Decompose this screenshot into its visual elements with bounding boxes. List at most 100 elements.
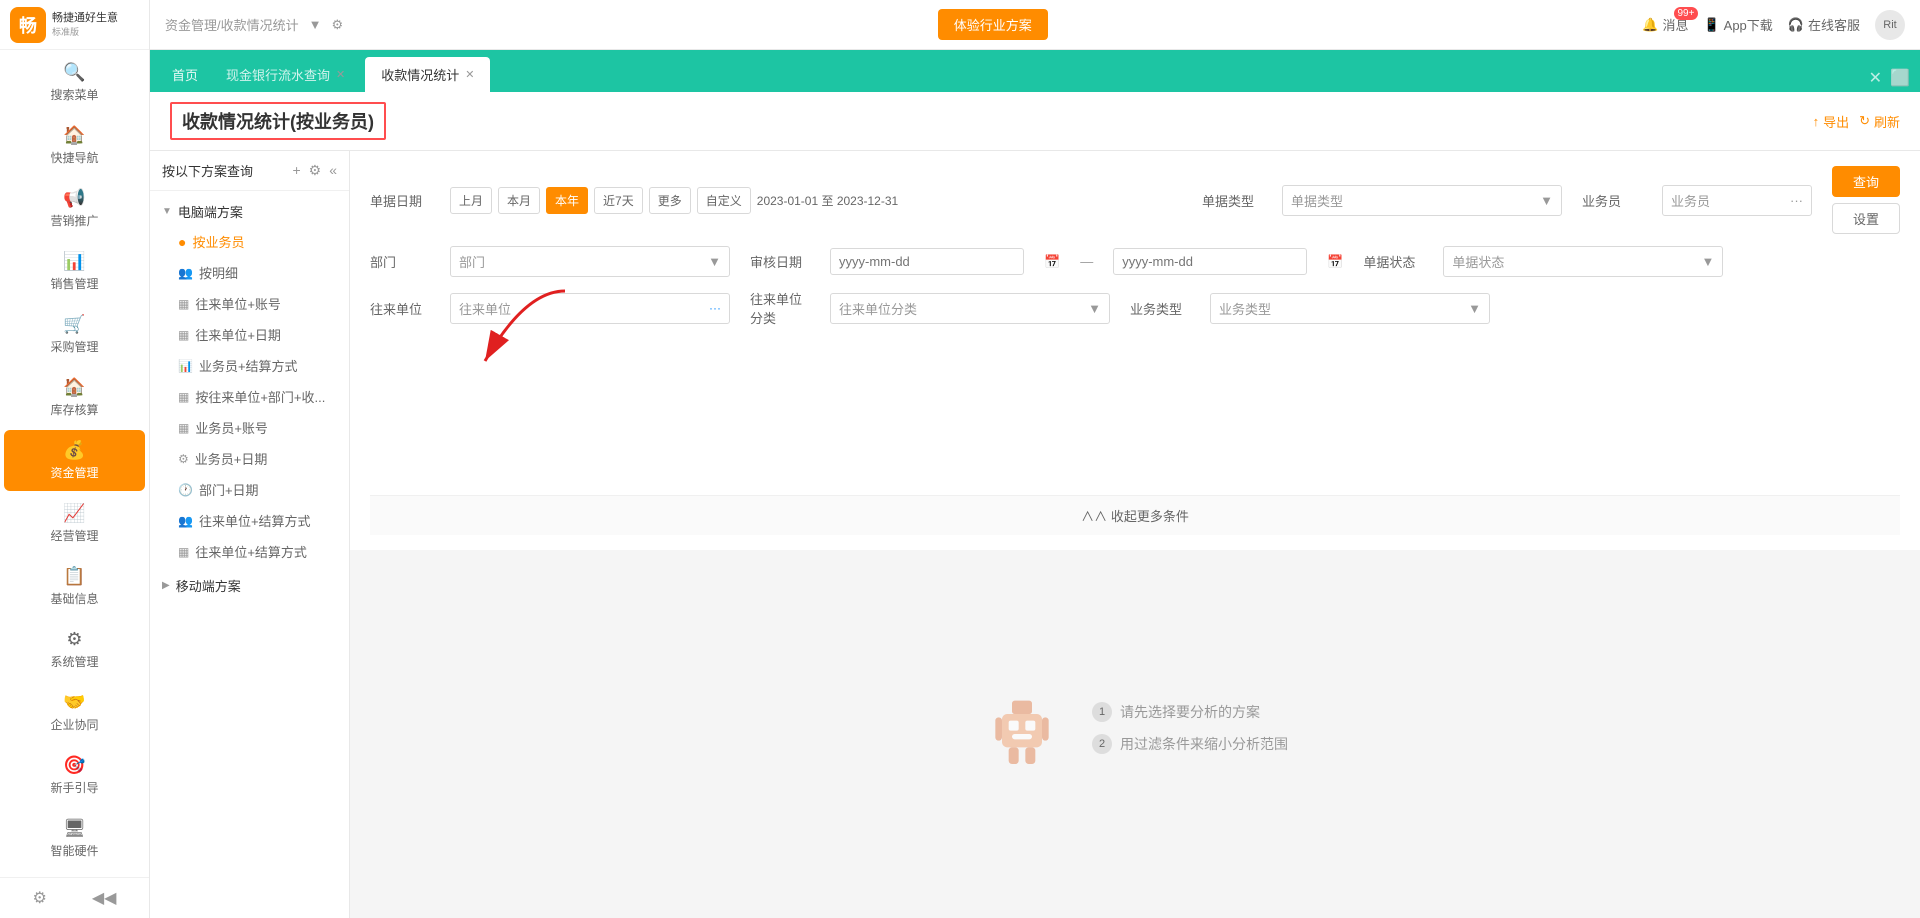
tab-close-all-icon[interactable]: ✕: [1869, 68, 1882, 88]
sidebar-item-basic[interactable]: 📋 基础信息: [4, 556, 145, 617]
tip-text-1: 请先选择要分析的方案: [1120, 702, 1260, 722]
content-area: 按以下方案查询 + ⚙ « ▼ 电脑端方案: [150, 151, 1920, 918]
sidebar-item-system[interactable]: ⚙ 系统管理: [4, 619, 145, 680]
partner-more-btn[interactable]: ···: [709, 301, 721, 315]
tab-receipt[interactable]: 收款情况统计 ✕: [365, 57, 490, 92]
scheme-item-salesperson[interactable]: ● 按业务员: [150, 226, 349, 257]
user-avatar[interactable]: Rit: [1875, 10, 1905, 40]
messages-button[interactable]: 🔔 消息 99+: [1642, 15, 1688, 34]
sales-icon: 📊: [63, 251, 85, 272]
header-settings-icon[interactable]: ⚙: [332, 17, 344, 33]
basic-icon: 📋: [63, 566, 85, 587]
online-service-label: 在线客服: [1808, 15, 1860, 34]
scheme-item-partner-date[interactable]: ▦ 往来单位+日期: [150, 319, 349, 350]
dept-select[interactable]: 部门 ▼: [450, 246, 730, 277]
date-btn-this-year[interactable]: 本年: [546, 187, 588, 214]
breadcrumb-dropdown-icon[interactable]: ▼: [309, 17, 322, 32]
date-range-display: 2023-01-01 至 2023-12-31: [757, 192, 898, 209]
scheme-item-salesperson-date[interactable]: ⚙ 业务员+日期: [150, 443, 349, 474]
sidebar-item-hardware[interactable]: 🖥 智能硬件: [4, 808, 145, 869]
date-btn-more[interactable]: 更多: [649, 187, 691, 214]
empty-state-area: 1 请先选择要分析的方案 2 用过滤条件来缩小分析范围: [350, 550, 1920, 918]
sidebar-item-inventory[interactable]: 🏠 库存核算: [4, 367, 145, 428]
scheme-item-salesperson-label: 按业务员: [192, 232, 244, 251]
scheme-item-salesperson-date-label: 业务员+日期: [195, 449, 268, 468]
calendar-icon-start[interactable]: 📅: [1044, 254, 1060, 270]
date-btn-this-month[interactable]: 本月: [498, 187, 540, 214]
export-label: 导出: [1823, 112, 1849, 131]
review-date-start[interactable]: [830, 248, 1024, 275]
dept-label: 部门: [370, 252, 430, 271]
sidebar-item-marketing[interactable]: 📢 营销推广: [4, 178, 145, 239]
partner-select[interactable]: 往来单位 ···: [450, 293, 730, 324]
scheme-item-salesperson-account[interactable]: ▦ 业务员+账号: [150, 412, 349, 443]
sidebar-item-purchase[interactable]: 🛒 采购管理: [4, 304, 145, 365]
sidebar-settings-btn[interactable]: ⚙: [33, 888, 47, 908]
partner-category-select[interactable]: 往来单位分类 ▼: [830, 293, 1110, 324]
scheme-item-partner-account[interactable]: ▦ 往来单位+账号: [150, 288, 349, 319]
salesperson-select[interactable]: 业务员 ···: [1662, 185, 1812, 216]
salesperson-placeholder: 业务员: [1671, 191, 1710, 210]
sidebar-item-finance[interactable]: 💰 资金管理: [4, 430, 145, 491]
scheme-item-partner-settle1[interactable]: 👥 往来单位+结算方式: [150, 505, 349, 536]
date-btn-7days[interactable]: 近7天: [594, 187, 643, 214]
scheme-header-label: 按以下方案查询: [162, 161, 253, 180]
scheme-add-btn[interactable]: +: [292, 162, 300, 179]
scheme-collapse-btn[interactable]: «: [329, 162, 337, 179]
export-button[interactable]: ↑ 导出: [1813, 112, 1850, 131]
trial-button[interactable]: 体验行业方案: [938, 9, 1048, 40]
date-btn-last-month[interactable]: 上月: [450, 187, 492, 214]
mobile-group-expand-icon: ▶: [162, 580, 170, 591]
sidebar-item-basic-label: 基础信息: [50, 590, 98, 607]
scheme-panel: 按以下方案查询 + ⚙ « ▼ 电脑端方案: [150, 151, 350, 918]
scheme-settings-btn[interactable]: ⚙: [309, 162, 322, 179]
sidebar-item-collab[interactable]: 🤝 企业协同: [4, 682, 145, 743]
tab-bank[interactable]: 现金银行流水查询 ✕: [210, 57, 361, 92]
scheme-item-dept-date[interactable]: 🕐 部门+日期: [150, 474, 349, 505]
partner-dept-icon: ▦: [178, 390, 189, 404]
sidebar-item-quicknav[interactable]: 🏠 快捷导航: [4, 115, 145, 176]
scheme-group-mobile-title[interactable]: ▶ 移动端方案: [150, 571, 349, 600]
salesperson-account-icon: ▦: [178, 421, 189, 435]
header-center: 体验行业方案: [938, 9, 1048, 40]
tip-num-2: 2: [1092, 734, 1112, 754]
date-btn-custom[interactable]: 自定义: [697, 187, 751, 214]
calendar-icon-end[interactable]: 📅: [1327, 254, 1343, 270]
query-button[interactable]: 查询: [1832, 166, 1900, 197]
scheme-item-partner-dept[interactable]: ▦ 按往来单位+部门+收...: [150, 381, 349, 412]
scheme-item-salesperson-settle[interactable]: 📊 业务员+结算方式: [150, 350, 349, 381]
doc-type-select[interactable]: 单据类型 ▼: [1282, 185, 1562, 216]
doc-type-placeholder: 单据类型: [1291, 191, 1343, 210]
tab-home[interactable]: 首页: [160, 57, 210, 92]
partner-label: 往来单位: [370, 299, 430, 318]
empty-robot-illustration: [982, 694, 1062, 774]
online-service-btn[interactable]: 🎧 在线客服: [1788, 15, 1860, 34]
refresh-button[interactable]: ↻ 刷新: [1859, 112, 1900, 131]
sidebar-item-operations[interactable]: 📈 经营管理: [4, 493, 145, 554]
sidebar-collapse-btn[interactable]: ◀◀: [92, 888, 117, 908]
tab-fullscreen-icon[interactable]: ⬜: [1890, 68, 1910, 88]
scheme-item-detail[interactable]: 👥 按明细: [150, 257, 349, 288]
collapse-more-btn[interactable]: ∧∧ 收起更多条件: [370, 495, 1900, 535]
biz-type-select[interactable]: 业务类型 ▼: [1210, 293, 1490, 324]
sidebar-item-guide[interactable]: 🎯 新手引导: [4, 745, 145, 806]
breadcrumb: 资金管理/收款情况统计: [165, 15, 299, 34]
tab-receipt-close-icon[interactable]: ✕: [465, 68, 474, 81]
partner-category-label: 往来单位分类: [750, 289, 810, 327]
logo-badge: 标准版: [52, 25, 118, 38]
setting-button[interactable]: 设置: [1832, 203, 1900, 234]
guide-icon: 🎯: [63, 755, 85, 776]
sidebar-item-search[interactable]: 🔍 搜索菜单: [4, 52, 145, 113]
scheme-item-partner-settle2[interactable]: ▦ 往来单位+结算方式: [150, 536, 349, 567]
partner-category-dropdown-icon: ▼: [1088, 301, 1101, 316]
search-icon: 🔍: [63, 62, 85, 83]
sidebar: 畅 畅捷通好生意 标准版 🔍 搜索菜单 🏠 快捷导航 📢 营销推广 📊 销售管理…: [0, 0, 150, 918]
app-download-btn[interactable]: 📱 App下载: [1703, 15, 1772, 34]
review-date-end[interactable]: [1113, 248, 1307, 275]
doc-status-select[interactable]: 单据状态 ▼: [1443, 246, 1723, 277]
tab-bank-close-icon[interactable]: ✕: [336, 68, 345, 81]
page-title: 收款情况统计(按业务员): [170, 102, 386, 140]
scheme-item-salesperson-account-label: 业务员+账号: [195, 418, 268, 437]
sidebar-item-sales[interactable]: 📊 销售管理: [4, 241, 145, 302]
scheme-group-desktop-title[interactable]: ▼ 电脑端方案: [150, 197, 349, 226]
